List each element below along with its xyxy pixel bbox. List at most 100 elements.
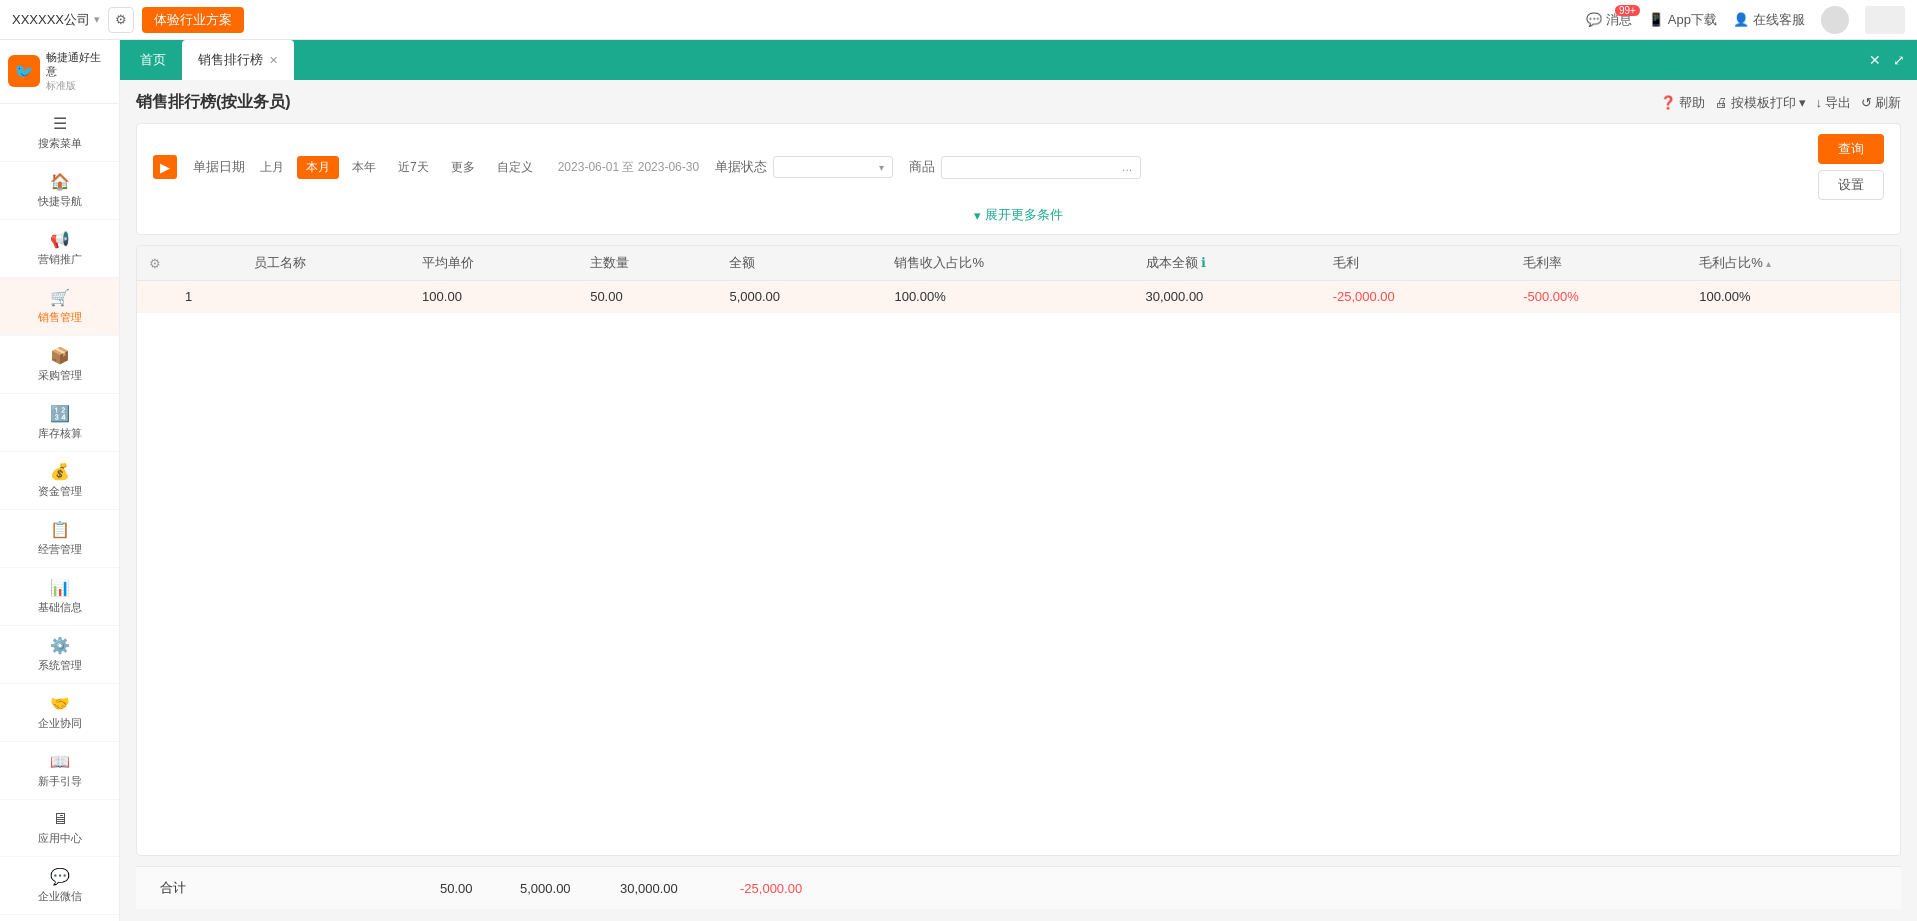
message-badge: 99+ bbox=[1615, 5, 1640, 16]
date-7days-btn[interactable]: 近7天 bbox=[389, 156, 438, 179]
sidebar-item-wechat[interactable]: 💬 企业微信 bbox=[0, 857, 119, 915]
sidebar-item-marketing[interactable]: 📢 营销推广 bbox=[0, 220, 119, 278]
top-bar-right: 💬 消息 99+ 📱 App下载 👤 在线客服 bbox=[1586, 6, 1905, 34]
status-select-text bbox=[782, 160, 875, 174]
help-button[interactable]: ❓ 帮助 bbox=[1660, 94, 1705, 112]
message-icon: 💬 bbox=[1586, 12, 1602, 27]
expand-conditions-button[interactable]: ▾ 展开更多条件 bbox=[974, 206, 1063, 224]
sidebar-item-member[interactable]: V 畅会员 bbox=[0, 915, 119, 921]
sidebar-item-purchase[interactable]: 📦 采购管理 bbox=[0, 336, 119, 394]
purchase-icon: 📦 bbox=[50, 346, 70, 365]
sidebar-item-search[interactable]: ☰ 搜索菜单 bbox=[0, 104, 119, 162]
tab-close-icon[interactable]: ✕ bbox=[269, 54, 278, 67]
col-name: 员工名称 bbox=[242, 246, 410, 281]
tab-bar-right: ✕ ⤢ bbox=[1869, 52, 1917, 68]
print-button[interactable]: 🖨 按模板打印 ▾ bbox=[1715, 94, 1806, 112]
table-header-row: ⚙ 员工名称 平均单价 主数量 全额 销售收入占比% 成本全额 ℹ 毛利 bbox=[137, 246, 1900, 281]
sidebar-label-sales: 销售管理 bbox=[38, 310, 82, 325]
date-current-month-btn[interactable]: 本月 bbox=[297, 156, 339, 179]
status-chevron-icon: ▾ bbox=[879, 162, 884, 173]
refresh-button[interactable]: ↺ 刷新 bbox=[1861, 94, 1901, 112]
cell-amount: 5,000.00 bbox=[717, 281, 882, 313]
company-selector[interactable]: XXXXXX公司 ▾ bbox=[12, 11, 100, 29]
sidebar-item-sales[interactable]: 🛒 销售管理 bbox=[0, 278, 119, 336]
filter-toggle-button[interactable]: ▶ bbox=[153, 155, 177, 179]
status-select[interactable]: ▾ bbox=[773, 156, 893, 178]
sidebar-item-system[interactable]: ⚙️ 系统管理 bbox=[0, 626, 119, 684]
tab-sales-rank[interactable]: 销售排行榜 ✕ bbox=[182, 40, 294, 80]
cell-gross: -25,000.00 bbox=[1321, 281, 1512, 313]
cell-rank: 1 bbox=[173, 281, 242, 313]
system-icon: ⚙️ bbox=[50, 636, 70, 655]
sidebar-item-operations[interactable]: 📋 经营管理 bbox=[0, 510, 119, 568]
col-gross: 毛利 bbox=[1321, 246, 1512, 281]
main-layout: 🐦 畅捷通好生意 标准版 ☰ 搜索菜单 🏠 快捷导航 📢 营销推广 🛒 销售管理… bbox=[0, 40, 1917, 921]
table-settings-button[interactable]: 设置 bbox=[1818, 170, 1884, 200]
filter-status-item: 单据状态 ▾ bbox=[715, 156, 893, 178]
settings-gear-button[interactable]: ⚙ bbox=[108, 7, 134, 33]
col-cost: 成本全额 ℹ bbox=[1134, 246, 1321, 281]
export-button[interactable]: ↓ 导出 bbox=[1816, 94, 1852, 112]
avatar[interactable] bbox=[1821, 6, 1849, 34]
col-sales-pct: 销售收入占比% bbox=[882, 246, 1133, 281]
tab-maximize-icon[interactable]: ⤢ bbox=[1893, 52, 1905, 68]
cost-info-icon[interactable]: ℹ bbox=[1201, 255, 1206, 270]
goods-input[interactable]: ... bbox=[941, 156, 1141, 179]
sidebar-item-basic[interactable]: 📊 基础信息 bbox=[0, 568, 119, 626]
marketing-icon: 📢 bbox=[50, 230, 70, 249]
date-prev-month-btn[interactable]: 上月 bbox=[251, 156, 293, 179]
refresh-icon: ↺ bbox=[1861, 95, 1872, 110]
cell-qty: 50.00 bbox=[578, 281, 717, 313]
gross-pct-info-icon[interactable]: ▴ bbox=[1766, 258, 1771, 269]
sidebar-item-capital[interactable]: 💰 资金管理 bbox=[0, 452, 119, 510]
sales-icon: 🛒 bbox=[50, 288, 70, 307]
col-gross-rate: 毛利率 bbox=[1511, 246, 1687, 281]
home-icon: 🏠 bbox=[50, 172, 70, 191]
page-content: 销售排行榜(按业务员) ❓ 帮助 🖨 按模板打印 ▾ ↓ 导出 bbox=[120, 80, 1917, 921]
tab-sales-rank-label: 销售排行榜 bbox=[198, 51, 263, 69]
sidebar-label-guide: 新手引导 bbox=[38, 774, 82, 789]
sidebar-label-quicknav: 快捷导航 bbox=[38, 194, 82, 209]
apps-icon: 🖥 bbox=[52, 810, 68, 828]
tab-home[interactable]: 首页 bbox=[124, 40, 182, 80]
tab-home-label: 首页 bbox=[140, 51, 166, 69]
sidebar-label-basic: 基础信息 bbox=[38, 600, 82, 615]
sidebar-item-guide[interactable]: 📖 新手引导 bbox=[0, 742, 119, 800]
wechat-icon: 💬 bbox=[50, 867, 70, 886]
tab-minimize-icon[interactable]: ✕ bbox=[1869, 52, 1881, 68]
cell-sales-pct: 100.00% bbox=[882, 281, 1133, 313]
filter-date-item: 单据日期 上月 本月 本年 近7天 更多 自定义 bbox=[193, 156, 542, 179]
app-label: App下载 bbox=[1668, 11, 1717, 29]
sidebar-item-inventory[interactable]: 🔢 库存核算 bbox=[0, 394, 119, 452]
table-footer: 合计 50.00 5,000.00 30,000.00 -25,000.00 bbox=[136, 866, 1901, 909]
date-range-text: 2023-06-01 至 2023-06-30 bbox=[558, 159, 699, 176]
sidebar-item-enterprise[interactable]: 🤝 企业协同 bbox=[0, 684, 119, 742]
trial-button[interactable]: 体验行业方案 bbox=[142, 7, 244, 33]
logo-icon: 🐦 bbox=[8, 55, 40, 87]
query-button[interactable]: 查询 bbox=[1818, 134, 1884, 164]
sidebar-item-quicknav[interactable]: 🏠 快捷导航 bbox=[0, 162, 119, 220]
col-gross-pct: 毛利占比% ▴ bbox=[1687, 246, 1900, 281]
expand-label: 展开更多条件 bbox=[985, 206, 1063, 224]
date-label: 单据日期 bbox=[193, 158, 245, 176]
sidebar-label-operations: 经营管理 bbox=[38, 542, 82, 557]
filter-goods-item: 商品 ... bbox=[909, 156, 1141, 179]
action-buttons: 查询 设置 bbox=[1818, 134, 1884, 200]
message-button[interactable]: 💬 消息 99+ bbox=[1586, 11, 1632, 29]
date-range: 上月 本月 本年 近7天 更多 自定义 bbox=[251, 156, 542, 179]
cell-avg-price: 100.00 bbox=[410, 281, 578, 313]
date-more-btn[interactable]: 更多 bbox=[442, 156, 484, 179]
footer-gross: -25,000.00 bbox=[728, 877, 814, 900]
sidebar-item-apps[interactable]: 🖥 应用中心 bbox=[0, 800, 119, 857]
service-label: 在线客服 bbox=[1753, 11, 1805, 29]
goods-dots-button[interactable]: ... bbox=[1122, 160, 1132, 174]
sidebar-label-apps: 应用中心 bbox=[38, 831, 82, 846]
date-year-btn[interactable]: 本年 bbox=[343, 156, 385, 179]
column-settings-icon[interactable]: ⚙ bbox=[149, 256, 161, 271]
service-button[interactable]: 👤 在线客服 bbox=[1733, 11, 1805, 29]
tab-bar: 首页 销售排行榜 ✕ ✕ ⤢ bbox=[120, 40, 1917, 80]
filter-date-range-item: 2023-06-01 至 2023-06-30 bbox=[558, 159, 699, 176]
footer-cost: 30,000.00 bbox=[608, 877, 728, 900]
date-custom-btn[interactable]: 自定义 bbox=[488, 156, 542, 179]
app-download-button[interactable]: 📱 App下载 bbox=[1648, 11, 1717, 29]
